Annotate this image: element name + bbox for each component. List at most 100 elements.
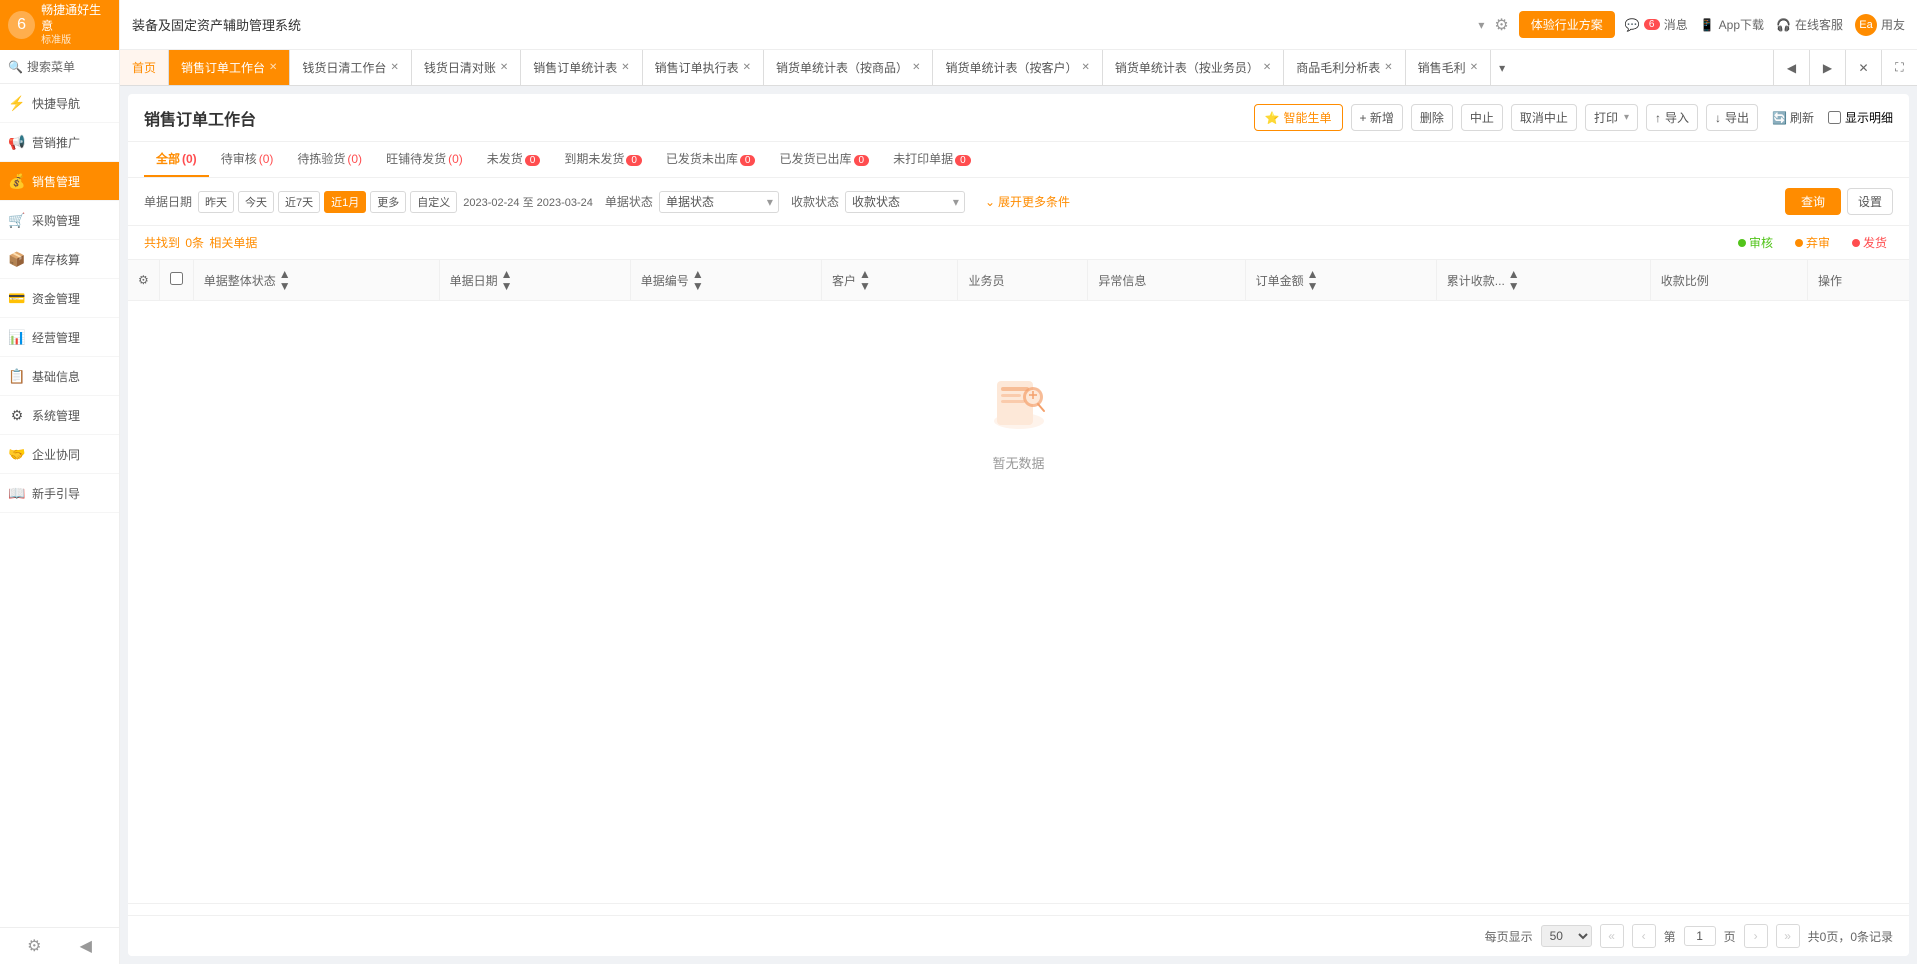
cancel-review-btn[interactable]: 弃审 [1789,232,1836,253]
th-date[interactable]: 单据日期▲▼ [439,260,630,301]
sort-icon[interactable]: ▲▼ [692,268,704,292]
sub-tab-not-printed[interactable]: 未打印单据0 [881,142,983,177]
th-customer[interactable]: 客户▲▼ [821,260,957,301]
sort-icon[interactable]: ▲▼ [1307,268,1319,292]
next-page-btn[interactable]: › [1744,924,1768,948]
date-btn-自定义[interactable]: 自定义 [410,191,457,213]
sidebar-item-guide[interactable]: 📖新手引导 [0,474,119,513]
tab-more-btn[interactable]: ▾ [1491,50,1513,86]
expand-conditions-btn[interactable]: ⌄ 展开更多条件 [985,193,1070,210]
user-btn[interactable]: Ea 用友 [1855,14,1905,36]
horizontal-scroll[interactable] [128,903,1909,915]
sort-icon[interactable]: ▲▼ [279,268,291,292]
stop-btn[interactable]: 中止 [1461,104,1503,131]
tab-next-btn[interactable]: ▶ [1809,50,1845,86]
service-btn[interactable]: 🎧 在线客服 [1776,16,1843,33]
sidebar-item-operations[interactable]: 📊经营管理 [0,318,119,357]
print-btn[interactable]: 打印 ▾ [1585,104,1638,131]
status-select[interactable]: 单据状态 [659,191,779,213]
query-btn[interactable]: 查询 [1785,188,1841,215]
sub-tab-pending-inspect[interactable]: 待拣验货(0) [285,142,374,177]
tab-cash-reconcile[interactable]: 钱货日清对账✕ [412,50,521,86]
tab-prev-btn[interactable]: ◀ [1773,50,1809,86]
sidebar-item-sales[interactable]: 💰销售管理 [0,162,119,201]
tab-sales-stat[interactable]: 销售订单统计表✕ [521,50,642,86]
tab-sales-product[interactable]: 销货单统计表（按商品）✕ [764,50,933,86]
tab-close-cash-reconcile[interactable]: ✕ [500,62,508,73]
tab-close-sales-exec[interactable]: ✕ [743,62,751,73]
cancel-stop-btn[interactable]: 取消中止 [1511,104,1577,131]
sidebar-item-system[interactable]: ⚙系统管理 [0,396,119,435]
sidebar-item-basic-info[interactable]: 📋基础信息 [0,357,119,396]
sidebar-search[interactable]: 🔍 搜索菜单 [0,50,119,84]
page-input[interactable] [1684,926,1716,946]
export-btn[interactable]: ↓ 导出 [1706,104,1758,131]
sub-tab-all[interactable]: 全部(0) [144,142,209,177]
select-all-checkbox[interactable] [170,272,183,285]
tab-sales-customer[interactable]: 销货单统计表（按客户）✕ [933,50,1102,86]
review-btn[interactable]: 审核 [1732,232,1779,253]
first-page-btn[interactable]: « [1600,924,1624,948]
sort-icon[interactable]: ▲▼ [501,268,513,292]
per-page-select[interactable]: 50 10 20 100 [1541,925,1592,947]
sub-tab-expired-not-shipped[interactable]: 到期未发货0 [552,142,654,177]
date-btn-近1月[interactable]: 近1月 [324,191,366,213]
sub-tab-shipped-not-out[interactable]: 已发货未出库0 [654,142,768,177]
last-page-btn[interactable]: » [1776,924,1800,948]
tab-close-gross-margin[interactable]: ✕ [1384,62,1392,73]
date-btn-今天[interactable]: 今天 [238,191,274,213]
show-detail-checkbox[interactable] [1828,111,1841,124]
tab-fullscreen-btn[interactable]: ⛶ [1881,50,1917,86]
import-btn[interactable]: ↑ 导入 [1646,104,1698,131]
tab-close-sales-product[interactable]: ✕ [912,62,920,73]
tab-sales-more[interactable]: 销售毛利✕ [1406,50,1491,86]
download-btn[interactable]: 📱 App下载 [1700,16,1764,33]
payment-select[interactable]: 收款状态 [845,191,965,213]
date-btn-昨天[interactable]: 昨天 [198,191,234,213]
sidebar-item-collab[interactable]: 🤝企业协同 [0,435,119,474]
tab-close-cash-daily[interactable]: ✕ [390,62,398,73]
sidebar-item-finance[interactable]: 💳资金管理 [0,279,119,318]
delete-btn[interactable]: 删除 [1411,104,1453,131]
sort-icon[interactable]: ▲▼ [859,268,871,292]
add-btn[interactable]: + 新增 [1351,104,1403,131]
tab-close-sales-more[interactable]: ✕ [1470,62,1478,73]
tab-close-sales-staff[interactable]: ✕ [1263,62,1271,73]
settings-btn[interactable]: 设置 [1847,188,1893,215]
refresh-btn[interactable]: 🔄 刷新 [1766,105,1820,130]
sidebar-item-shortcut[interactable]: ⚡ 快捷导航 [0,84,119,123]
topbar-settings-icon[interactable]: ⚙ [1494,15,1508,35]
solution-button[interactable]: 体验行业方案 [1519,11,1615,38]
system-dropdown-icon[interactable]: ▾ [1478,18,1484,32]
tab-sales-workbench[interactable]: 销售订单工作台✕ [169,50,290,86]
ship-btn[interactable]: 发货 [1846,232,1893,253]
sidebar-item-marketing[interactable]: 📢营销推广 [0,123,119,162]
tab-close-sales-customer[interactable]: ✕ [1081,62,1089,73]
tab-close-sales-workbench[interactable]: ✕ [269,62,277,73]
th-collected[interactable]: 累计收款...▲▼ [1436,260,1650,301]
sidebar-settings-btn[interactable]: ⚙ [27,936,41,956]
show-detail-label[interactable]: 显示明细 [1828,109,1893,126]
sidebar-item-purchase[interactable]: 🛒采购管理 [0,201,119,240]
tab-home[interactable]: 首页 [120,50,169,86]
smart-generate-btn[interactable]: ⭐ 智能生单 [1254,104,1343,131]
date-btn-近7天[interactable]: 近7天 [278,191,320,213]
tab-sales-staff[interactable]: 销货单统计表（按业务员）✕ [1103,50,1284,86]
tab-close-sales-stat[interactable]: ✕ [621,62,629,73]
th-amount[interactable]: 订单金额▲▼ [1245,260,1436,301]
th-number[interactable]: 单据编号▲▼ [630,260,821,301]
tab-close-all-btn[interactable]: ✕ [1845,50,1881,86]
date-btn-更多[interactable]: 更多 [370,191,406,213]
sub-tab-wangpu-pending[interactable]: 旺铺待发货(0) [374,142,475,177]
sidebar-collapse-btn[interactable]: ◀ [80,936,92,956]
tab-gross-margin[interactable]: 商品毛利分析表✕ [1284,50,1405,86]
settings-col-icon[interactable]: ⚙ [138,273,149,287]
sidebar-item-inventory[interactable]: 📦库存核算 [0,240,119,279]
sub-tab-shipped-out[interactable]: 已发货已出库0 [767,142,881,177]
sort-icon[interactable]: ▲▼ [1508,268,1520,292]
message-btn[interactable]: 💬 6 消息 [1625,16,1688,33]
sub-tab-not-shipped[interactable]: 未发货0 [475,142,553,177]
prev-page-btn[interactable]: ‹ [1632,924,1656,948]
tab-cash-daily[interactable]: 钱货日清工作台✕ [290,50,411,86]
sub-tab-pending-review[interactable]: 待审核(0) [209,142,286,177]
